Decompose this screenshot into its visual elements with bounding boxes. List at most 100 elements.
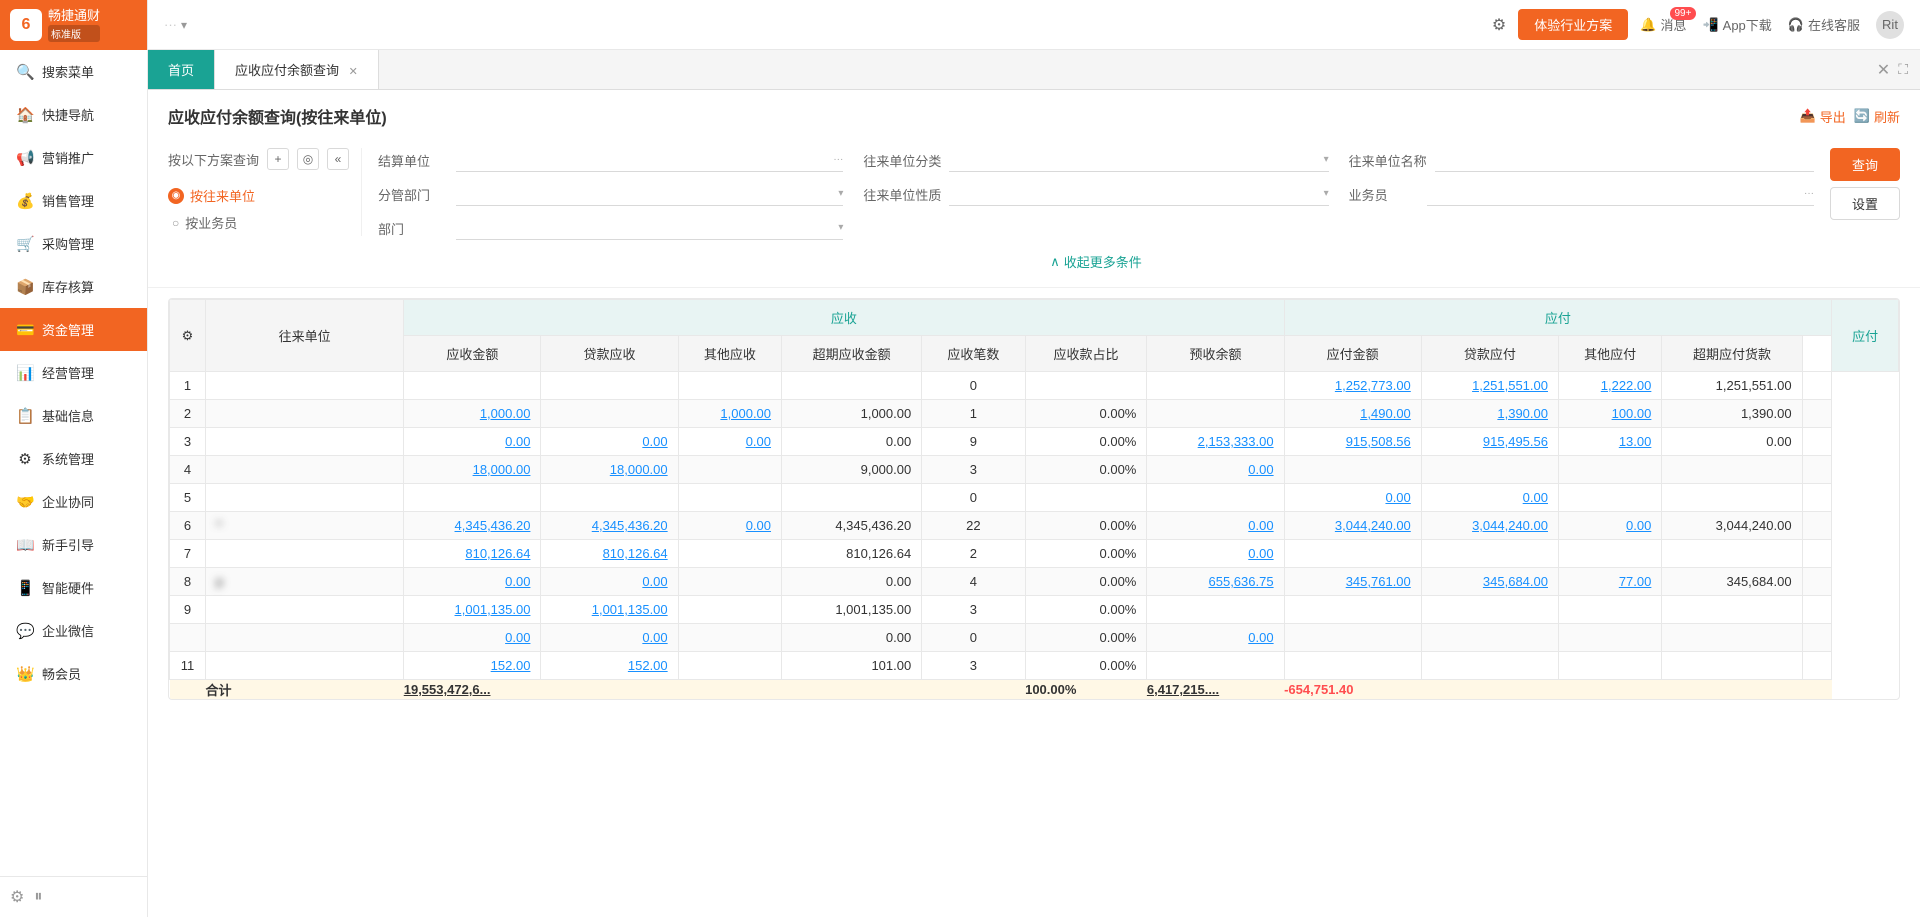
partner-nature-input[interactable]: ▾	[949, 182, 1328, 206]
col-ap-amount: 应付金额	[1284, 336, 1421, 372]
settlement-unit-input[interactable]: ···	[456, 148, 843, 172]
table-row: 21,000.001,000.001,000.0010.00%1,490.001…	[170, 400, 1899, 428]
sidebar-item-base[interactable]: 📋 基础信息	[0, 394, 147, 437]
sidebar-item-nav[interactable]: 🏠 快捷导航	[0, 93, 147, 136]
page-title: 应收应付余额查询(按往来单位)	[168, 104, 387, 128]
system-icon: ⚙	[16, 450, 34, 468]
dept-field[interactable]	[456, 216, 834, 239]
salesman-input[interactable]: ···	[1427, 182, 1814, 206]
sidebar-item-member[interactable]: 👑 畅会员	[0, 652, 147, 695]
sidebar-item-sales[interactable]: 💰 销售管理	[0, 179, 147, 222]
table-settings-icon[interactable]: ⚙	[182, 328, 194, 343]
sidebar-item-purchase[interactable]: 🛒 采购管理	[0, 222, 147, 265]
filter-add-icon[interactable]: +	[267, 148, 289, 170]
footer-ar-prepay[interactable]: 6,417,215....	[1147, 680, 1284, 700]
refresh-button[interactable]: 🔄 刷新	[1854, 107, 1900, 126]
partner-name-input[interactable]	[1435, 148, 1814, 172]
filter-partner-name: 往来单位名称	[1349, 148, 1814, 172]
dept-manager-arrow: ▾	[838, 188, 843, 199]
salesman-field[interactable]	[1427, 182, 1800, 205]
sidebar-item-label: 企业微信	[42, 621, 94, 640]
sidebar-item-label: 系统管理	[42, 449, 94, 468]
settings-icon[interactable]: ⚙	[10, 887, 24, 907]
collapse-icon[interactable]: ⏸	[34, 888, 42, 906]
sidebar-item-corp[interactable]: 🤝 企业协同	[0, 480, 147, 523]
sidebar-item-label: 智能硬件	[42, 578, 94, 597]
marketing-icon: 📢	[16, 149, 34, 167]
tab-ar-balance[interactable]: 应收应付余额查询 ✕	[215, 50, 379, 89]
promo-button[interactable]: 体验行业方案	[1518, 9, 1628, 40]
wechat-icon: 💬	[16, 622, 34, 640]
user-avatar[interactable]: Rit	[1876, 11, 1904, 39]
sidebar-item-label: 搜索菜单	[42, 62, 94, 81]
filter-partner-nature: 往来单位性质 ▾	[863, 182, 1328, 206]
app-edition: 标准版	[48, 25, 100, 42]
filter-back-icon[interactable]: «	[327, 148, 349, 170]
app-download-label: App下载	[1723, 15, 1772, 34]
message-button[interactable]: 🔔 消息 99+	[1640, 15, 1686, 34]
gear-button[interactable]: ⚙	[1492, 15, 1506, 35]
sidebar-item-guide[interactable]: 📖 新手引导	[0, 523, 147, 566]
collapse-up-icon: ∧	[1050, 254, 1060, 270]
query-button[interactable]: 查询	[1830, 148, 1900, 181]
online-service-button[interactable]: 🎧 在线客服	[1788, 15, 1860, 34]
partner-category-input[interactable]: ▾	[949, 148, 1328, 172]
dept-input[interactable]: ▾	[456, 216, 843, 240]
filter-collapse-btn[interactable]: ∧ 收起更多条件	[378, 246, 1814, 277]
settlement-unit-field[interactable]	[456, 148, 829, 171]
window-close-icon[interactable]: ✕	[1877, 60, 1890, 80]
dept-manager-input[interactable]: ▾	[456, 182, 843, 206]
service-icon: 🎧	[1788, 17, 1804, 33]
sidebar-item-system[interactable]: ⚙ 系统管理	[0, 437, 147, 480]
window-expand-icon[interactable]: ⛶	[1898, 61, 1908, 78]
sidebar-item-inventory[interactable]: 📦 库存核算	[0, 265, 147, 308]
corp-icon: 🤝	[16, 493, 34, 511]
footer-ar-amount[interactable]: 19,553,472,6...	[404, 680, 541, 700]
tab-close-icon[interactable]: ✕	[349, 66, 358, 78]
col-partner: 往来单位	[206, 300, 404, 372]
sidebar-item-search[interactable]: 🔍 搜索菜单	[0, 50, 147, 93]
sidebar-item-wechat[interactable]: 💬 企业微信	[0, 609, 147, 652]
finance-icon: 💳	[16, 321, 34, 339]
refresh-label: 刷新	[1874, 107, 1900, 126]
message-icon: 🔔	[1640, 17, 1656, 33]
sidebar-item-finance[interactable]: 💳 资金管理	[0, 308, 147, 351]
dept-manager-field[interactable]	[456, 182, 834, 205]
sidebar-item-label: 畅会员	[42, 664, 81, 683]
export-button[interactable]: 📤 导出	[1800, 107, 1846, 126]
table-row: 91,001,135.001,001,135.001,001,135.0030.…	[170, 596, 1899, 624]
col-group-ar: 应收	[404, 300, 1284, 336]
footer-ar-ratio: 100.00%	[1025, 680, 1147, 700]
partner-nature-field[interactable]	[949, 182, 1319, 205]
setting-button[interactable]: 设置	[1830, 187, 1900, 220]
hardware-icon: 📱	[16, 579, 34, 597]
sidebar-item-business[interactable]: 📊 经营管理	[0, 351, 147, 394]
sidebar-item-hardware[interactable]: 📱 智能硬件	[0, 566, 147, 609]
filter-partner-category: 往来单位分类 ▾	[863, 148, 1328, 172]
partner-nature-arrow: ▾	[1324, 188, 1329, 199]
sidebar-item-label: 销售管理	[42, 191, 94, 210]
salesman-label: 业务员	[1349, 185, 1419, 204]
partner-name-field[interactable]	[1435, 148, 1814, 171]
col-ar-other: 其他应收	[678, 336, 781, 372]
message-badge: 99+	[1670, 7, 1697, 20]
table-row: 11152.00152.00101.0030.00%	[170, 652, 1899, 680]
page-header: 应收应付余额查询(按往来单位) 📤 导出 🔄 刷新	[148, 90, 1920, 138]
table-row: 6^4,345,436.204,345,436.200.004,345,436.…	[170, 512, 1899, 540]
filter-dept: 部门 ▾	[378, 216, 843, 240]
sidebar-item-marketing[interactable]: 📢 营销推广	[0, 136, 147, 179]
partner-category-field[interactable]	[949, 148, 1319, 171]
tab-home[interactable]: 首页	[148, 50, 215, 89]
member-icon: 👑	[16, 665, 34, 683]
col-settings[interactable]: ⚙	[170, 300, 206, 372]
refresh-icon: 🔄	[1854, 108, 1870, 124]
col-ap-extra: 应付	[1832, 300, 1899, 372]
sidebar-item-label: 库存核算	[42, 277, 94, 296]
filter-scheme-by-partner[interactable]: ◉ 按往来单位	[168, 182, 349, 209]
filter-settlement-unit: 结算单位 ···	[378, 148, 843, 172]
sidebar-item-label: 资金管理	[42, 320, 94, 339]
filter-scheme-by-salesman[interactable]: ○ 按业务员	[168, 209, 349, 236]
partner-category-label: 往来单位分类	[863, 151, 941, 170]
filter-target-icon[interactable]: ◎	[297, 148, 319, 170]
app-download-button[interactable]: 📲 App下载	[1702, 15, 1771, 34]
